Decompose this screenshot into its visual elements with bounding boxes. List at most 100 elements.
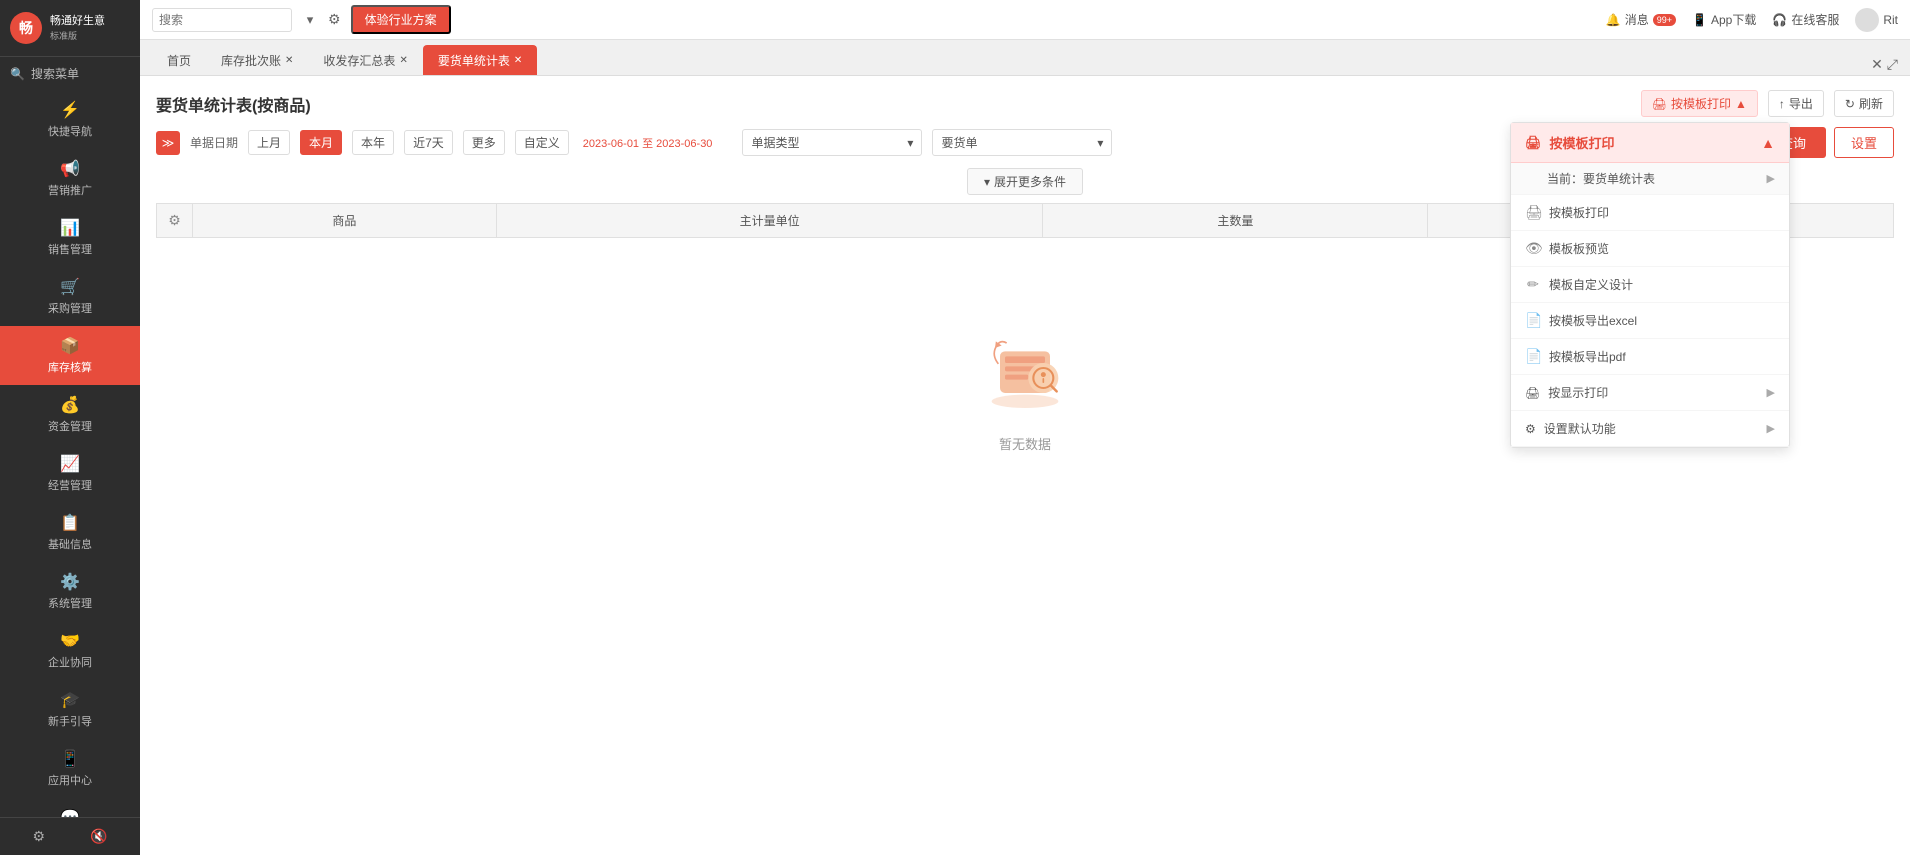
dropdown-item-template-preview[interactable]: 👁 模板板预览 <box>1511 231 1789 267</box>
dropdown-item-export-pdf[interactable]: 📄 按模板导出pdf <box>1511 339 1789 375</box>
date-filter-label: 单据日期 <box>190 134 238 151</box>
table-col-product: 商品 <box>193 204 497 238</box>
yh-type-filter[interactable]: 要货单 ▾ <box>932 129 1112 156</box>
topbar-search-input[interactable] <box>152 8 292 32</box>
refresh-icon: ↻ <box>1845 97 1855 111</box>
export-icon: ↑ <box>1779 97 1785 111</box>
sidebar-item-label: 系统管理 <box>48 595 92 611</box>
headset-icon: 🎧 <box>1772 13 1787 27</box>
tab-inventory-batch[interactable]: 库存批次账 ✕ <box>206 45 308 75</box>
date-last-month[interactable]: 上月 <box>248 130 290 155</box>
page-header: 要货单统计表(按商品) 🖨 按模板打印 ▲ ↑ 导出 ↻ 刷新 <box>140 76 1910 117</box>
tab-receipt-summary[interactable]: 收发存汇总表 ✕ <box>308 45 422 75</box>
dropdown-close-icon[interactable]: ▲ <box>1761 135 1775 151</box>
date-more[interactable]: 更多 <box>463 130 505 155</box>
print-template-label: 按模板打印 <box>1671 95 1731 112</box>
logo-icon: 畅 <box>10 12 42 44</box>
date-last-7[interactable]: 近7天 <box>404 130 453 155</box>
expand-more-button[interactable]: ▾ 展开更多条件 <box>967 168 1083 195</box>
dropdown-item-export-excel[interactable]: 📄 按模板导出excel <box>1511 303 1789 339</box>
tabs-right-controls: ✕ ⤢ <box>1871 56 1898 75</box>
sidebar-item-marketing[interactable]: 📢 营销推广 <box>0 149 140 208</box>
sidebar-nav: ⚡ 快捷导航 📢 营销推广 📊 销售管理 🛒 采购管理 📦 库存核算 💰 资金管… <box>0 90 140 817</box>
sidebar-search[interactable]: 🔍 搜索菜单 <box>0 57 140 90</box>
table-col-settings: ⚙ <box>157 204 193 238</box>
topbar-gear-icon[interactable]: ⚙ <box>328 11 341 28</box>
sidebar-item-quick-nav[interactable]: ⚡ 快捷导航 <box>0 90 140 149</box>
collab-icon: 🤝 <box>60 631 80 651</box>
expand-icon[interactable]: ≫ <box>156 131 180 155</box>
dropdown-item-label: 模板板预览 <box>1549 240 1609 257</box>
tab-home[interactable]: 首页 <box>152 45 206 75</box>
chevron-up-icon: ▲ <box>1735 97 1747 111</box>
sidebar: 畅 畅通好生意 标准版 🔍 搜索菜单 ⚡ 快捷导航 📢 营销推广 📊 销售管理 … <box>0 0 140 855</box>
sidebar-item-basic[interactable]: 📋 基础信息 <box>0 503 140 562</box>
sidebar-item-label: 采购管理 <box>48 300 92 316</box>
sidebar-item-sales[interactable]: 📊 销售管理 <box>0 208 140 267</box>
excel-icon: 📄 <box>1525 312 1541 329</box>
minimize-icon[interactable]: ✕ <box>1871 56 1883 73</box>
dropdown-sub-set-default[interactable]: ⚙ 设置默认功能 ▶ <box>1511 411 1789 447</box>
maximize-icon[interactable]: ⤢ <box>1887 56 1898 73</box>
sidebar-item-collab[interactable]: 🤝 企业协同 <box>0 621 140 680</box>
sidebar-item-wechat[interactable]: 💬 企业微信 <box>0 798 140 817</box>
dropdown-item-label: 按模板导出pdf <box>1549 348 1626 365</box>
date-custom[interactable]: 自定义 <box>515 130 569 155</box>
date-this-month[interactable]: 本月 <box>300 130 342 155</box>
topbar-right: 🔔 消息 99+ 📱 App下载 🎧 在线客服 Rit <box>1606 8 1898 32</box>
table-gear-icon[interactable]: ⚙ <box>168 212 181 228</box>
dropdown-header-left: 🖨 按模板打印 <box>1525 133 1615 152</box>
dropdown-item-label: 按模板打印 <box>1549 204 1609 221</box>
inventory-icon: 📦 <box>60 336 80 356</box>
dropdown-item-label: 模板自定义设计 <box>1549 276 1633 293</box>
basic-icon: 📋 <box>60 513 80 533</box>
sidebar-item-label: 快捷导航 <box>48 123 92 139</box>
doc-type-label: 单据类型 <box>751 134 799 151</box>
app-download-button[interactable]: 📱 App下载 <box>1692 11 1756 28</box>
export-button[interactable]: ↑ 导出 <box>1768 90 1824 117</box>
sidebar-item-inventory[interactable]: 📦 库存核算 <box>0 326 140 385</box>
sidebar-item-finance[interactable]: 💰 资金管理 <box>0 385 140 444</box>
dropdown-sub-display-print[interactable]: 🖨 按显示打印 ▶ <box>1511 375 1789 411</box>
marketing-icon: 📢 <box>60 159 80 179</box>
audio-icon[interactable]: 🔇 <box>90 828 107 845</box>
sub-left: 🖨 按显示打印 <box>1525 384 1608 401</box>
tab-label: 要货单统计表 <box>438 52 510 69</box>
settings-button[interactable]: 设置 <box>1834 127 1894 158</box>
doc-type-filter[interactable]: 单据类型 ▾ <box>742 129 922 156</box>
sidebar-item-label: 经营管理 <box>48 477 92 493</box>
topbar-dropdown-icon[interactable]: ▾ <box>302 12 318 28</box>
dropdown-current-item[interactable]: 当前：要货单统计表 ▶ <box>1511 163 1789 195</box>
user-profile[interactable]: Rit <box>1855 8 1898 32</box>
dropdown-item-template-print[interactable]: 🖨 按模板打印 <box>1511 195 1789 231</box>
printer-header-icon: 🖨 <box>1525 135 1542 151</box>
service-label: 在线客服 <box>1791 11 1839 28</box>
refresh-button[interactable]: ↻ 刷新 <box>1834 90 1894 117</box>
sub-left: ⚙ 设置默认功能 <box>1525 420 1616 437</box>
sidebar-item-guide[interactable]: 🎓 新手引导 <box>0 680 140 739</box>
dropdown-item-template-custom[interactable]: ✏ 模板自定义设计 <box>1511 267 1789 303</box>
tab-order-stats[interactable]: 要货单统计表 ✕ <box>423 45 537 75</box>
tab-bar: 首页 库存批次账 ✕ 收发存汇总表 ✕ 要货单统计表 ✕ ✕ ⤢ <box>140 40 1910 76</box>
chevron-right-sub-icon: ▶ <box>1767 386 1775 399</box>
messages-button[interactable]: 🔔 消息 99+ <box>1606 11 1676 28</box>
messages-badge: 99+ <box>1653 14 1676 26</box>
trial-button[interactable]: 体验行业方案 <box>351 5 451 34</box>
date-this-year[interactable]: 本年 <box>352 130 394 155</box>
settings-icon[interactable]: ⚙ <box>33 828 46 845</box>
table-col-quantity: 主数量 <box>1043 204 1428 238</box>
page-title: 要货单统计表(按商品) <box>156 92 311 116</box>
close-icon[interactable]: ✕ <box>285 55 293 66</box>
sidebar-item-purchase[interactable]: 🛒 采购管理 <box>0 267 140 326</box>
chevron-down-icon: ▾ <box>907 136 913 150</box>
close-icon[interactable]: ✕ <box>399 55 407 66</box>
messages-label: 消息 <box>1625 11 1649 28</box>
empty-illustration <box>975 318 1075 418</box>
sidebar-item-operations[interactable]: 📈 经营管理 <box>0 444 140 503</box>
print-template-button[interactable]: 🖨 按模板打印 ▲ <box>1641 90 1758 117</box>
print-dropdown: 🖨 按模板打印 ▲ 当前：要货单统计表 ▶ 🖨 按模板打印 👁 模板板预览 ✏ … <box>1510 122 1790 448</box>
sidebar-item-apps[interactable]: 📱 应用中心 <box>0 739 140 798</box>
online-service-button[interactable]: 🎧 在线客服 <box>1772 11 1839 28</box>
close-icon[interactable]: ✕ <box>514 55 522 66</box>
sidebar-item-system[interactable]: ⚙️ 系统管理 <box>0 562 140 621</box>
